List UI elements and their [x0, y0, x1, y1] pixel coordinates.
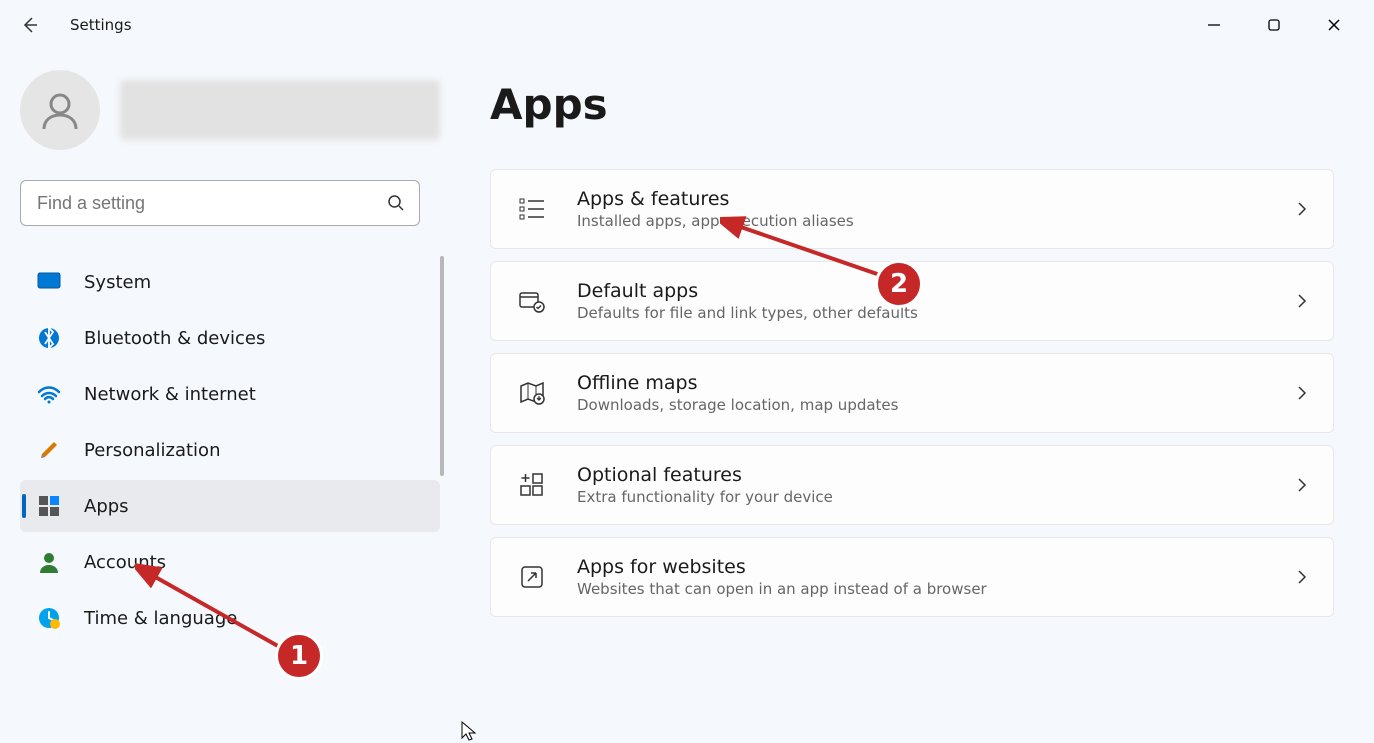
clock-globe-icon [36, 605, 62, 631]
chevron-right-icon [1297, 293, 1307, 309]
map-icon [517, 378, 547, 408]
back-button[interactable] [10, 5, 50, 45]
card-title: Apps for websites [577, 556, 1297, 578]
annotation-arrow-1 [135, 562, 300, 662]
search-input[interactable] [35, 192, 387, 215]
chevron-right-icon [1297, 477, 1307, 493]
profile-section[interactable] [20, 70, 440, 150]
user-icon [37, 87, 83, 133]
card-apps-features[interactable]: Apps & features Installed apps, app exec… [490, 169, 1334, 249]
avatar [20, 70, 100, 150]
card-apps-for-websites[interactable]: Apps for websites Websites that can open… [490, 537, 1334, 617]
chevron-right-icon [1297, 201, 1307, 217]
sidebar-item-label: Bluetooth & devices [84, 328, 265, 349]
card-title: Optional features [577, 464, 1297, 486]
close-icon [1327, 18, 1341, 32]
card-offline-maps[interactable]: Offline maps Downloads, storage location… [490, 353, 1334, 433]
sidebar-item-apps[interactable]: Apps [20, 480, 440, 532]
website-link-icon [517, 562, 547, 592]
sidebar-item-label: Personalization [84, 440, 220, 461]
default-apps-icon [517, 286, 547, 316]
card-optional-features[interactable]: Optional features Extra functionality fo… [490, 445, 1334, 525]
chevron-right-icon [1297, 385, 1307, 401]
card-subtitle: Websites that can open in an app instead… [577, 580, 1297, 598]
card-subtitle: Installed apps, app execution aliases [577, 212, 1297, 230]
mouse-cursor-icon [460, 720, 478, 742]
list-grid-icon [517, 194, 547, 224]
minimize-button[interactable] [1184, 5, 1244, 45]
search-box[interactable] [20, 180, 420, 226]
card-title: Apps & features [577, 188, 1297, 210]
main-panel: Apps Apps & features Installed apps, app… [460, 50, 1374, 743]
card-subtitle: Downloads, storage location, map updates [577, 396, 1297, 414]
profile-name-redacted [120, 80, 440, 140]
card-subtitle: Defaults for file and link types, other … [577, 304, 1297, 322]
wifi-icon [36, 381, 62, 407]
titlebar: Settings [0, 0, 1374, 50]
page-heading: Apps [490, 80, 1334, 129]
chevron-right-icon [1297, 569, 1307, 585]
card-title: Default apps [577, 280, 1297, 302]
sidebar-item-label: System [84, 272, 151, 293]
card-title: Offline maps [577, 372, 1297, 394]
scrollbar[interactable] [440, 256, 444, 476]
sidebar-item-personalization[interactable]: Personalization [20, 424, 440, 476]
brush-icon [36, 437, 62, 463]
sidebar-item-system[interactable]: System [20, 256, 440, 308]
sidebar-item-label: Apps [84, 496, 129, 517]
sidebar-item-network[interactable]: Network & internet [20, 368, 440, 420]
display-icon [36, 269, 62, 295]
annotation-arrow-2 [720, 215, 895, 290]
minimize-icon [1207, 18, 1221, 32]
apps-icon [36, 493, 62, 519]
bluetooth-icon [36, 325, 62, 351]
sidebar-item-label: Network & internet [84, 384, 256, 405]
annotation-badge-2: 2 [875, 260, 923, 308]
window-controls [1184, 5, 1364, 45]
search-icon [387, 194, 405, 212]
maximize-button[interactable] [1244, 5, 1304, 45]
sidebar-item-bluetooth[interactable]: Bluetooth & devices [20, 312, 440, 364]
maximize-icon [1267, 18, 1281, 32]
card-subtitle: Extra functionality for your device [577, 488, 1297, 506]
grid-add-icon [517, 470, 547, 500]
account-icon [36, 549, 62, 575]
window-title: Settings [70, 16, 132, 34]
annotation-badge-1: 1 [275, 632, 323, 680]
close-button[interactable] [1304, 5, 1364, 45]
arrow-left-icon [20, 15, 40, 35]
